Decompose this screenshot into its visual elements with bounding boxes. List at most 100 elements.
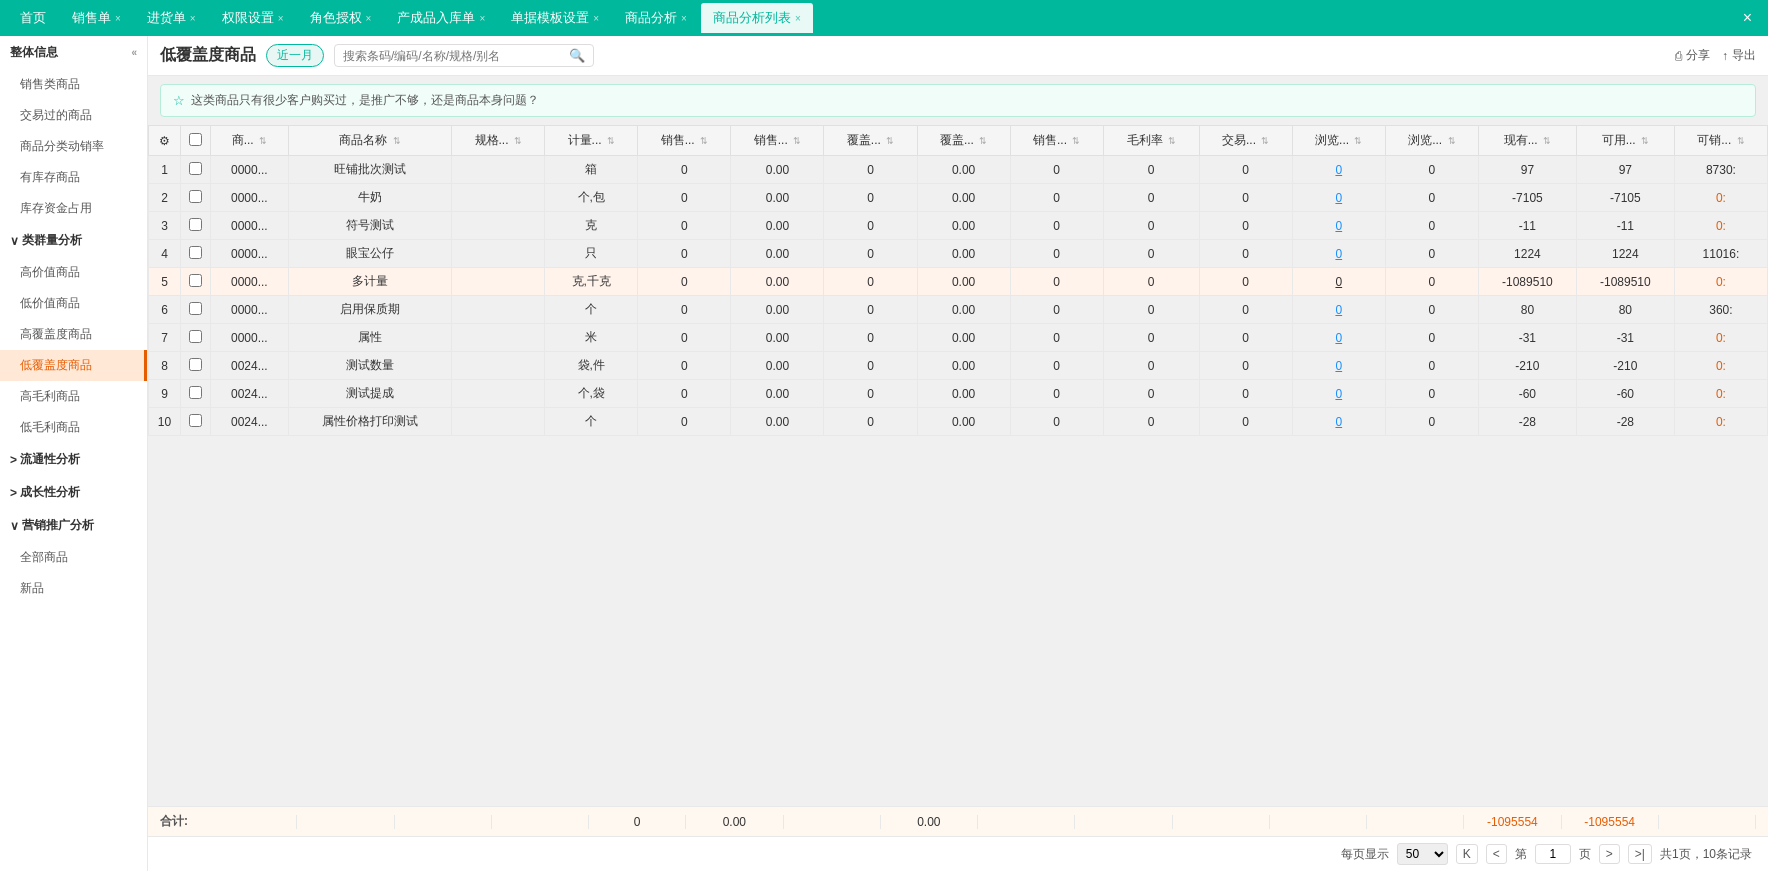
col-current[interactable]: 现有... ⇅ xyxy=(1478,126,1576,156)
sidebar-item-in-stock[interactable]: 有库存商品 xyxy=(0,162,147,193)
search-input[interactable] xyxy=(343,49,565,63)
sidebar-item-traded-goods[interactable]: 交易过的商品 xyxy=(0,100,147,131)
row-checkbox[interactable] xyxy=(181,212,211,240)
select-all-checkbox[interactable] xyxy=(189,133,202,146)
nav-goods-list-close[interactable]: × xyxy=(795,13,801,24)
first-page-button[interactable]: K xyxy=(1456,844,1478,864)
nav-sales-close[interactable]: × xyxy=(115,13,121,24)
prev-page-button[interactable]: < xyxy=(1486,844,1507,864)
nav-item-product-in[interactable]: 产成品入库单 × xyxy=(385,3,497,33)
col-spec[interactable]: 规格... ⇅ xyxy=(452,126,545,156)
sidebar-section-growth[interactable]: > 成长性分析 xyxy=(0,476,147,509)
nav-template-close[interactable]: × xyxy=(593,13,599,24)
page-number-input[interactable] xyxy=(1535,844,1571,864)
sidebar-item-stock-capital[interactable]: 库存资金占用 xyxy=(0,193,147,224)
row-checkbox-input[interactable] xyxy=(189,274,202,287)
window-close-button[interactable]: × xyxy=(1735,9,1760,26)
nav-purchase-close[interactable]: × xyxy=(190,13,196,24)
row-browse1[interactable]: 0 xyxy=(1292,240,1385,268)
row-checkbox-input[interactable] xyxy=(189,358,202,371)
row-browse1[interactable]: 0 xyxy=(1292,156,1385,184)
nav-item-permission[interactable]: 权限设置 × xyxy=(210,3,296,33)
sidebar-section-cluster[interactable]: ∨ 类群量分析 xyxy=(0,224,147,257)
col-cover1[interactable]: 覆盖... ⇅ xyxy=(824,126,917,156)
nav-item-role[interactable]: 角色授权 × xyxy=(298,3,384,33)
sidebar-item-category-rate[interactable]: 商品分类动销率 xyxy=(0,131,147,162)
nav-product-in-close[interactable]: × xyxy=(479,13,485,24)
col-browse2[interactable]: 浏览... ⇅ xyxy=(1385,126,1478,156)
row-browse1[interactable]: 0 xyxy=(1292,212,1385,240)
row-checkbox-input[interactable] xyxy=(189,218,202,231)
row-checkbox-input[interactable] xyxy=(189,190,202,203)
row-checkbox-input[interactable] xyxy=(189,414,202,427)
sidebar-item-all-goods[interactable]: 全部商品 xyxy=(0,542,147,573)
col-settings[interactable]: ⚙ xyxy=(149,126,181,156)
col-gross-margin[interactable]: 毛利率 ⇅ xyxy=(1103,126,1199,156)
row-checkbox[interactable] xyxy=(181,352,211,380)
last-page-button[interactable]: >| xyxy=(1628,844,1652,864)
sidebar-item-high-margin[interactable]: 高毛利商品 xyxy=(0,381,147,412)
sidebar-section-overall[interactable]: 整体信息 « xyxy=(0,36,147,69)
nav-item-goods-analysis[interactable]: 商品分析 × xyxy=(613,3,699,33)
row-browse1[interactable]: 0 xyxy=(1292,408,1385,436)
row-checkbox-input[interactable] xyxy=(189,330,202,343)
row-browse1[interactable]: 0 xyxy=(1292,296,1385,324)
row-checkbox[interactable] xyxy=(181,380,211,408)
col-name[interactable]: 商品名称 ⇅ xyxy=(288,126,451,156)
col-sales-qty[interactable]: 销售... ⇅ xyxy=(638,126,731,156)
sidebar-item-low-coverage[interactable]: 低覆盖度商品 xyxy=(0,350,147,381)
nav-item-home[interactable]: 首页 xyxy=(8,3,58,33)
sidebar-section-marketing[interactable]: ∨ 营销推广分析 xyxy=(0,509,147,542)
row-cover2: 0.00 xyxy=(917,184,1010,212)
col-available[interactable]: 可用... ⇅ xyxy=(1576,126,1674,156)
sidebar-item-high-coverage[interactable]: 高覆盖度商品 xyxy=(0,319,147,350)
nav-item-purchase[interactable]: 进货单 × xyxy=(135,3,208,33)
row-browse1[interactable]: 0 xyxy=(1292,324,1385,352)
col-code[interactable]: 商... ⇅ xyxy=(211,126,289,156)
row-checkbox[interactable] xyxy=(181,268,211,296)
sidebar-item-sales-goods[interactable]: 销售类商品 xyxy=(0,69,147,100)
row-checkbox-input[interactable] xyxy=(189,162,202,175)
per-page-select[interactable]: 50 10 20 100 xyxy=(1397,843,1448,865)
nav-item-goods-list[interactable]: 商品分析列表 × xyxy=(701,3,813,33)
sidebar-section-overall-collapse[interactable]: « xyxy=(131,47,137,58)
col-sales3[interactable]: 销售... ⇅ xyxy=(1010,126,1103,156)
sidebar-item-new-goods[interactable]: 新品 xyxy=(0,573,147,604)
col-trans[interactable]: 交易... ⇅ xyxy=(1199,126,1292,156)
next-page-button[interactable]: > xyxy=(1599,844,1620,864)
export-button[interactable]: ↑ 导出 xyxy=(1722,47,1756,64)
col-sellable[interactable]: 可销... ⇅ xyxy=(1674,126,1767,156)
sidebar-item-high-value[interactable]: 高价值商品 xyxy=(0,257,147,288)
share-button[interactable]: ⎙ 分享 xyxy=(1675,47,1710,64)
row-browse1[interactable]: 0 xyxy=(1292,268,1385,296)
row-checkbox[interactable] xyxy=(181,156,211,184)
row-browse1[interactable]: 0 xyxy=(1292,352,1385,380)
row-checkbox[interactable] xyxy=(181,408,211,436)
sidebar-item-low-margin[interactable]: 低毛利商品 xyxy=(0,412,147,443)
sidebar-item-low-value[interactable]: 低价值商品 xyxy=(0,288,147,319)
nav-permission-close[interactable]: × xyxy=(278,13,284,24)
row-browse1[interactable]: 0 xyxy=(1292,380,1385,408)
col-browse1[interactable]: 浏览... ⇅ xyxy=(1292,126,1385,156)
sidebar-section-liquidity[interactable]: > 流通性分析 xyxy=(0,443,147,476)
col-sales-amt[interactable]: 销售... ⇅ xyxy=(731,126,824,156)
row-checkbox[interactable] xyxy=(181,324,211,352)
row-checkbox[interactable] xyxy=(181,296,211,324)
data-table-container[interactable]: ⚙ 商... ⇅ 商品名称 ⇅ 规格... ⇅ 计量... ⇅ 销售... ⇅ … xyxy=(148,125,1768,806)
row-checkbox-input[interactable] xyxy=(189,386,202,399)
nav-item-sales[interactable]: 销售单 × xyxy=(60,3,133,33)
row-browse1[interactable]: 0 xyxy=(1292,184,1385,212)
search-icon[interactable]: 🔍 xyxy=(569,48,585,63)
nav-goods-analysis-close[interactable]: × xyxy=(681,13,687,24)
date-filter-button[interactable]: 近一月 xyxy=(266,44,324,67)
col-checkbox[interactable] xyxy=(181,126,211,156)
col-cover2[interactable]: 覆盖... ⇅ xyxy=(917,126,1010,156)
row-checkbox-input[interactable] xyxy=(189,302,202,315)
row-checkbox[interactable] xyxy=(181,184,211,212)
col-unit[interactable]: 计量... ⇅ xyxy=(545,126,638,156)
nav-item-template[interactable]: 单据模板设置 × xyxy=(499,3,611,33)
row-checkbox[interactable] xyxy=(181,240,211,268)
search-box[interactable]: 🔍 xyxy=(334,44,594,67)
row-checkbox-input[interactable] xyxy=(189,246,202,259)
nav-role-close[interactable]: × xyxy=(366,13,372,24)
